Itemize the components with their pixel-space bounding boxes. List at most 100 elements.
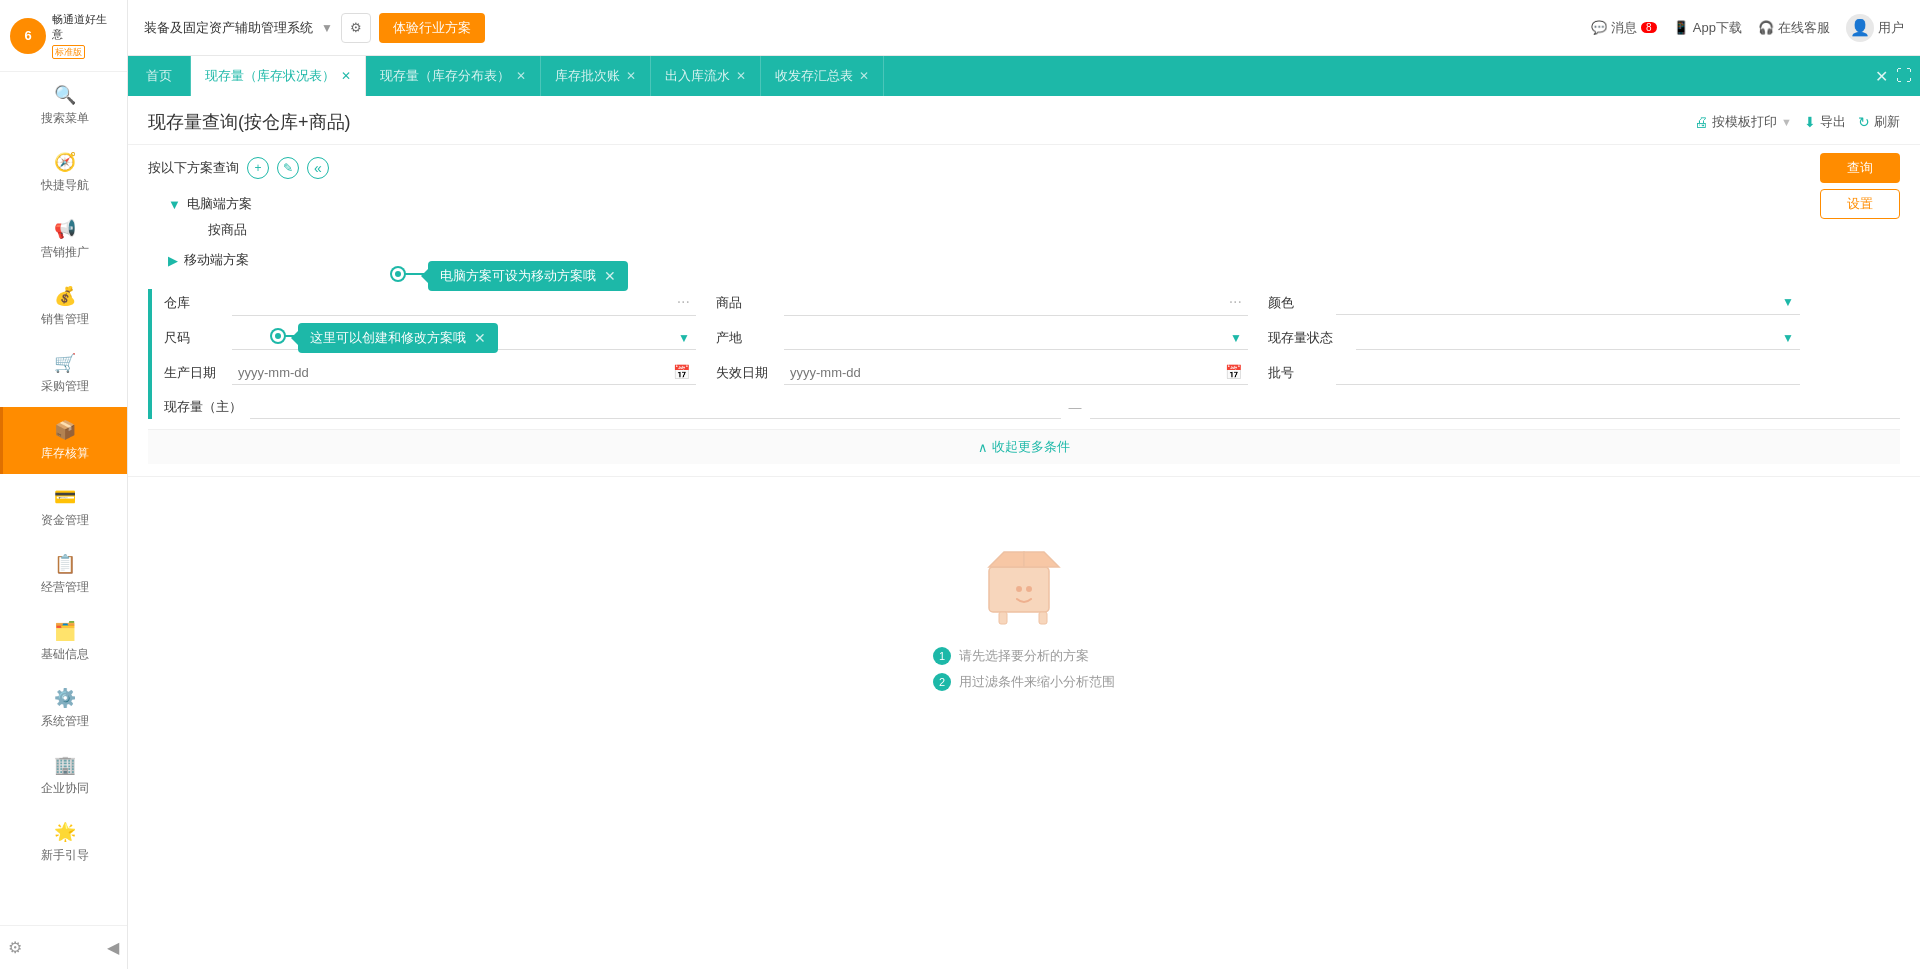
industry-btn[interactable]: 体验行业方案 — [379, 13, 485, 43]
cart-icon: 🛒 — [54, 352, 76, 374]
popover2-arrow — [291, 331, 298, 345]
batch-input-wrapper — [1336, 361, 1800, 385]
tab-close-recv-send[interactable]: ✕ — [859, 69, 869, 83]
sidebar-item-search[interactable]: 🔍 搜索菜单 — [0, 72, 127, 139]
size-dropdown-icon[interactable]: ▼ — [678, 331, 690, 345]
print-icon: 🖨 — [1694, 114, 1708, 130]
tab-close-inv-flow[interactable]: ✕ — [736, 69, 746, 83]
sidebar-item-system[interactable]: ⚙️ 系统管理 — [0, 675, 127, 742]
popover1: 电脑方案可设为移动方案哦 ✕ — [428, 261, 628, 291]
filter-row-4: 现存量（主） — — [164, 395, 1900, 419]
settings-icon-button[interactable]: ⚙ — [341, 13, 371, 43]
expire-date-calendar-icon[interactable]: 📅 — [1225, 364, 1242, 380]
origin-input[interactable] — [790, 330, 1226, 345]
inv-main-from-input[interactable] — [250, 395, 1061, 419]
search-icon: 🔍 — [54, 84, 76, 106]
tab-inv-dist[interactable]: 现存量（库存分布表） ✕ — [366, 56, 541, 96]
topbar-right: 💬 消息 8 📱 App下载 🎧 在线客服 👤 用户 — [1591, 14, 1904, 42]
range-sep: — — [1069, 400, 1082, 415]
color-input-wrapper: ▼ — [1336, 291, 1800, 315]
tab-recv-send[interactable]: 收发存汇总表 ✕ — [761, 56, 884, 96]
filter-field-color: 颜色 ▼ — [1268, 291, 1800, 315]
content-area: 现存量查询(按仓库+商品) 🖨 按模板打印 ▼ ⬇ 导出 ↻ 刷新 — [128, 96, 1920, 969]
export-icon: ⬇ — [1804, 114, 1816, 130]
origin-dropdown-icon[interactable]: ▼ — [1230, 331, 1242, 345]
message-icon: 💬 — [1591, 20, 1607, 35]
origin-label: 产地 — [716, 329, 776, 347]
logo-text: 畅通道好生意 标准版 — [52, 12, 117, 59]
user-action[interactable]: 👤 用户 — [1846, 14, 1904, 42]
svg-text:6: 6 — [24, 28, 31, 43]
goods-more-icon[interactable]: ··· — [1229, 293, 1242, 311]
sidebar-item-newbie[interactable]: 🌟 新手引导 — [0, 809, 127, 876]
collapse-sidebar-icon[interactable]: ◀ — [107, 938, 119, 957]
tab-close-inv-status[interactable]: ✕ — [341, 69, 351, 83]
sidebar-item-finance[interactable]: 💳 资金管理 — [0, 474, 127, 541]
sidebar-item-guide[interactable]: 🧭 快捷导航 — [0, 139, 127, 206]
online-service-action[interactable]: 🎧 在线客服 — [1758, 19, 1830, 37]
topbar: 装备及固定资产辅助管理系统 ▼ ⚙ 体验行业方案 💬 消息 8 📱 App下载 … — [128, 0, 1920, 56]
warehouse-more-icon[interactable]: ··· — [677, 293, 690, 311]
scheme-tree: ▼ 电脑端方案 按商品 ▶ 移动端方案 — [148, 191, 1900, 281]
marketing-icon: 📢 — [54, 218, 76, 240]
tip-num-1: 1 — [933, 647, 951, 665]
edit-scheme-btn[interactable]: ✎ — [277, 157, 299, 179]
color-input[interactable] — [1342, 295, 1778, 310]
warehouse-label: 仓库 — [164, 294, 224, 312]
expire-date-input[interactable] — [790, 365, 1221, 380]
card-icon: 💳 — [54, 486, 76, 508]
refresh-action[interactable]: ↻ 刷新 — [1858, 113, 1900, 131]
inv-main-to-input[interactable] — [1090, 395, 1901, 419]
filter-field-inv-status: 现存量状态 ▼ — [1268, 326, 1800, 350]
tab-home[interactable]: 首页 — [128, 56, 191, 96]
add-scheme-btn[interactable]: + — [247, 157, 269, 179]
tab-inv-batch[interactable]: 库存批次账 ✕ — [541, 56, 651, 96]
tab-fullscreen-icon[interactable]: ⛶ — [1896, 67, 1912, 85]
sidebar-footer: ⚙ ◀ — [0, 925, 127, 969]
scheme-row-pc[interactable]: ▼ 电脑端方案 — [168, 191, 1900, 217]
reset-btn[interactable]: 设置 — [1820, 189, 1900, 219]
settings-bottom-icon[interactable]: ⚙ — [8, 938, 22, 957]
inv-status-label: 现存量状态 — [1268, 329, 1348, 347]
inv-status-input[interactable] — [1362, 330, 1778, 345]
message-badge: 8 — [1641, 22, 1657, 33]
print-action[interactable]: 🖨 按模板打印 ▼ — [1694, 113, 1792, 131]
collapse-label: 收起更多条件 — [992, 438, 1070, 456]
export-action[interactable]: ⬇ 导出 — [1804, 113, 1846, 131]
sidebar-item-sales[interactable]: 💰 销售管理 — [0, 273, 127, 340]
filter-area: 按以下方案查询 + ✎ « 查询 设置 ▼ 电脑端方案 — [128, 145, 1920, 477]
collapse-bar[interactable]: ∧ 收起更多条件 — [148, 429, 1900, 464]
sidebar-nav: 🔍 搜索菜单 🧭 快捷导航 📢 营销推广 💰 销售管理 🛒 采购管理 📦 库存核… — [0, 72, 127, 925]
search-btn[interactable]: 查询 — [1820, 153, 1900, 183]
filter-action-btns: 查询 设置 — [1820, 153, 1900, 219]
sidebar-item-ops[interactable]: 📋 经营管理 — [0, 541, 127, 608]
sidebar-item-corp[interactable]: 🏢 企业协同 — [0, 742, 127, 809]
color-dropdown-icon[interactable]: ▼ — [1782, 295, 1794, 309]
goods-input[interactable] — [790, 295, 1225, 310]
sidebar-item-marketing[interactable]: 📢 营销推广 — [0, 206, 127, 273]
prod-date-calendar-icon[interactable]: 📅 — [673, 364, 690, 380]
app-download-action[interactable]: 📱 App下载 — [1673, 19, 1742, 37]
tab-close-inv-batch[interactable]: ✕ — [626, 69, 636, 83]
batch-input[interactable] — [1342, 365, 1794, 380]
inv-status-dropdown-icon[interactable]: ▼ — [1782, 331, 1794, 345]
goods-input-wrapper: ··· — [784, 289, 1248, 316]
sidebar-item-inventory[interactable]: 📦 库存核算 — [0, 407, 127, 474]
tree-arrow-mobile: ▶ — [168, 253, 178, 268]
filter-grid-wrapper: 仓库 ··· 商品 ··· 颜色 — [148, 289, 1900, 419]
back-scheme-btn[interactable]: « — [307, 157, 329, 179]
message-action[interactable]: 💬 消息 8 — [1591, 19, 1657, 37]
sidebar-item-base[interactable]: 🗂️ 基础信息 — [0, 608, 127, 675]
popover1-close-btn[interactable]: ✕ — [604, 268, 616, 284]
svg-point-3 — [1016, 586, 1022, 592]
tab-inv-status[interactable]: 现存量（库存状况表） ✕ — [191, 56, 366, 96]
popover2-close-btn[interactable]: ✕ — [474, 330, 486, 346]
popover1-arrow — [421, 269, 428, 283]
tab-close-all-icon[interactable]: ✕ — [1875, 67, 1888, 86]
warehouse-input[interactable] — [238, 295, 673, 310]
tab-inv-flow[interactable]: 出入库流水 ✕ — [651, 56, 761, 96]
sidebar-item-purchase[interactable]: 🛒 采购管理 — [0, 340, 127, 407]
tab-close-inv-dist[interactable]: ✕ — [516, 69, 526, 83]
prod-date-input[interactable] — [238, 365, 669, 380]
scheme-row-goods[interactable]: 按商品 — [188, 217, 1900, 243]
